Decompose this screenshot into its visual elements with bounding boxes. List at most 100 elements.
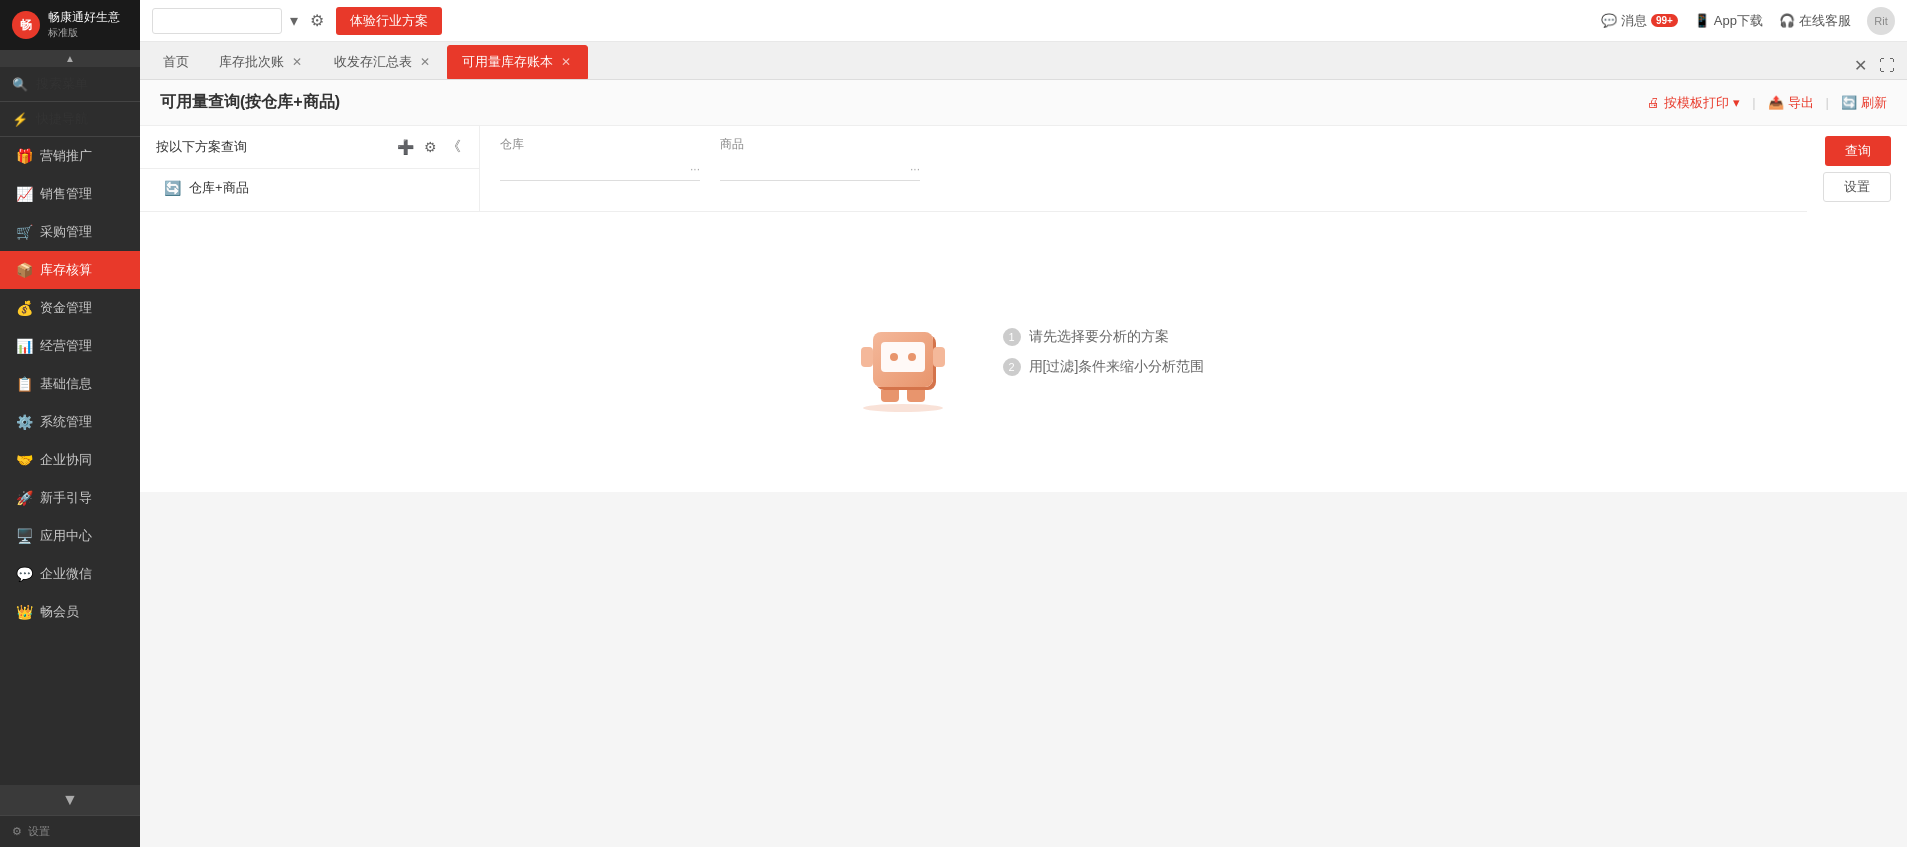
sidebar-item-member[interactable]: 👑 畅会员 xyxy=(0,593,140,631)
warehouse-input[interactable] xyxy=(500,161,686,176)
scheme-settings-btn[interactable]: ⚙ xyxy=(422,137,439,157)
robot-eye-left xyxy=(890,353,898,361)
page-header-actions: 🖨 按模板打印 ▾ | 📤 导出 | 🔄 刷新 xyxy=(1647,94,1887,112)
nav-label-corp_wechat: 企业微信 xyxy=(40,565,92,583)
warehouse-label: 仓库 xyxy=(500,136,700,153)
sidebar-item-new_guide[interactable]: 🚀 新手引导 xyxy=(0,479,140,517)
topbar-app-download[interactable]: 📱 App下载 xyxy=(1694,12,1763,30)
message-icon: 💬 xyxy=(1601,13,1617,28)
quick-nav-icon: ⚡ xyxy=(12,112,28,127)
product-more-btn[interactable]: ··· xyxy=(910,162,920,176)
page-header: 可用量查询(按仓库+商品) 🖨 按模板打印 ▾ | 📤 导出 | 🔄 xyxy=(140,80,1907,126)
tab-batch_account[interactable]: 库存批次账 ✕ xyxy=(204,45,319,79)
maximize-btn[interactable]: ⛶ xyxy=(1875,53,1899,79)
product-label: 商品 xyxy=(720,136,920,153)
sidebar-search[interactable]: 🔍 搜索菜单 xyxy=(0,67,140,102)
sidebar-item-corp_collab[interactable]: 🤝 企业协同 xyxy=(0,441,140,479)
print-icon: 🖨 xyxy=(1647,95,1660,110)
sidebar-quick-nav[interactable]: ⚡ 快捷导航 xyxy=(0,102,140,137)
search-icon: 🔍 xyxy=(12,77,28,92)
query-btn[interactable]: 查询 xyxy=(1825,136,1891,166)
sidebar-scroll-down[interactable]: ▼ xyxy=(0,785,140,815)
print-template-btn[interactable]: 🖨 按模板打印 ▾ xyxy=(1647,94,1740,112)
sidebar-bottom: ⚙ 设置 xyxy=(0,815,140,847)
filter-warehouse-field: 仓库 ··· xyxy=(500,136,700,181)
tab-label-available_qty: 可用量库存账本 xyxy=(462,53,553,71)
refresh-btn[interactable]: 🔄 刷新 xyxy=(1841,94,1887,112)
sidebar-item-biz_mgmt[interactable]: 📊 经营管理 xyxy=(0,327,140,365)
nav-label-purchase_mgmt: 采购管理 xyxy=(40,223,92,241)
tab-available_qty[interactable]: 可用量库存账本 ✕ xyxy=(447,45,588,79)
avatar: Rit xyxy=(1867,7,1895,35)
topbar-settings-btn[interactable]: ⚙ xyxy=(306,7,328,34)
nav-label-fund_mgmt: 资金管理 xyxy=(40,299,92,317)
tab-close-recv_summary[interactable]: ✕ xyxy=(418,55,432,69)
sidebar-item-sys_mgmt[interactable]: ⚙️ 系统管理 xyxy=(0,403,140,441)
nav-icon-sys_mgmt: ⚙️ xyxy=(16,414,32,430)
export-btn[interactable]: 📤 导出 xyxy=(1768,94,1814,112)
hint-2-num: 2 xyxy=(1003,358,1021,376)
add-scheme-btn[interactable]: ➕ xyxy=(395,137,416,157)
nav-label-new_guide: 新手引导 xyxy=(40,489,92,507)
settings-btn[interactable]: 设置 xyxy=(1823,172,1891,202)
page-title: 可用量查询(按仓库+商品) xyxy=(160,92,340,113)
product-input[interactable] xyxy=(720,161,906,176)
tab-label-home: 首页 xyxy=(163,53,189,71)
robot-leg-left xyxy=(881,390,899,402)
topbar-dropdown-btn[interactable]: ▾ xyxy=(286,7,302,34)
tab-close-available_qty[interactable]: ✕ xyxy=(559,55,573,69)
sidebar-scroll-up[interactable]: ▲ xyxy=(0,50,140,67)
app-edition: 标准版 xyxy=(48,26,120,40)
right-buttons: 查询 设置 xyxy=(1807,126,1907,212)
sidebar-item-app_center[interactable]: 🖥️ 应用中心 xyxy=(0,517,140,555)
tab-label-batch_account: 库存批次账 xyxy=(219,53,284,71)
collapse-filter-btn[interactable]: 《 xyxy=(445,136,463,158)
sidebar-item-purchase_mgmt[interactable]: 🛒 采购管理 xyxy=(0,213,140,251)
nav-label-marketing_promo: 营销推广 xyxy=(40,147,92,165)
warehouse-more-btn[interactable]: ··· xyxy=(690,162,700,176)
sidebar-item-basic_info[interactable]: 📋 基础信息 xyxy=(0,365,140,403)
filter-left-header: 按以下方案查询 ➕ ⚙ 《 xyxy=(140,126,479,169)
topbar-search-input[interactable] xyxy=(152,8,282,34)
export-icon: 📤 xyxy=(1768,95,1784,110)
sidebar-item-marketing_promo[interactable]: 🎁 营销推广 xyxy=(0,137,140,175)
nav-icon-new_guide: 🚀 xyxy=(16,490,32,506)
nav-icon-inventory_calc: 📦 xyxy=(16,262,32,278)
topbar-online-service[interactable]: 🎧 在线客服 xyxy=(1779,12,1851,30)
filter-product-field: 商品 ··· xyxy=(720,136,920,181)
tab-home[interactable]: 首页 xyxy=(148,45,204,79)
topbar-user[interactable]: Rit xyxy=(1867,7,1895,35)
robot-leg-right xyxy=(907,390,925,402)
empty-state: 1 请先选择要分析的方案 2 用[过滤]条件来缩小分析范围 xyxy=(140,212,1907,492)
sidebar-item-sales_mgmt[interactable]: 📈 销售管理 xyxy=(0,175,140,213)
nav-label-inventory_calc: 库存核算 xyxy=(40,261,92,279)
industry-solution-btn[interactable]: 体验行业方案 xyxy=(336,7,442,35)
filter-left: 按以下方案查询 ➕ ⚙ 《 🔄 仓库+商品 xyxy=(140,126,480,211)
filter-left-actions: ➕ ⚙ 《 xyxy=(395,136,463,158)
close-tab-btn[interactable]: ✕ xyxy=(1850,52,1871,79)
nav-label-sales_mgmt: 销售管理 xyxy=(40,185,92,203)
tab-recv_summary[interactable]: 收发存汇总表✕ xyxy=(319,45,447,79)
topbar-message[interactable]: 💬 消息 99+ xyxy=(1601,12,1678,30)
sidebar-item-inventory_calc[interactable]: 📦 库存核算 xyxy=(0,251,140,289)
scheme-item-warehouse-product[interactable]: 🔄 仓库+商品 xyxy=(140,169,479,207)
filter-section-title: 按以下方案查询 xyxy=(156,138,247,156)
tab-close-batch_account[interactable]: ✕ xyxy=(290,55,304,69)
sidebar-item-fund_mgmt[interactable]: 💰 资金管理 xyxy=(0,289,140,327)
sidebar-header: 畅 畅康通好生意 标准版 xyxy=(0,0,140,50)
headset-icon: 🎧 xyxy=(1779,13,1795,28)
topbar-search-area: ▾ ⚙ xyxy=(152,7,328,34)
nav-icon-fund_mgmt: 💰 xyxy=(16,300,32,316)
nav-icon-basic_info: 📋 xyxy=(16,376,32,392)
nav-label-sys_mgmt: 系统管理 xyxy=(40,413,92,431)
scheme-icon: 🔄 xyxy=(164,180,181,196)
nav-icon-sales_mgmt: 📈 xyxy=(16,186,32,202)
nav-icon-biz_mgmt: 📊 xyxy=(16,338,32,354)
nav-label-biz_mgmt: 经营管理 xyxy=(40,337,92,355)
filter-query-row: 按以下方案查询 ➕ ⚙ 《 🔄 仓库+商品 xyxy=(140,126,1907,212)
product-input-row: ··· xyxy=(720,157,920,181)
sidebar-nav: 🎁 营销推广 📈 销售管理 🛒 采购管理 📦 库存核算 💰 资金管理 📊 经营管… xyxy=(0,137,140,785)
robot-body-container xyxy=(873,332,933,402)
main-area: ▾ ⚙ 体验行业方案 💬 消息 99+ 📱 App下载 🎧 在线客服 Rit xyxy=(140,0,1907,847)
sidebar-item-corp_wechat[interactable]: 💬 企业微信 xyxy=(0,555,140,593)
